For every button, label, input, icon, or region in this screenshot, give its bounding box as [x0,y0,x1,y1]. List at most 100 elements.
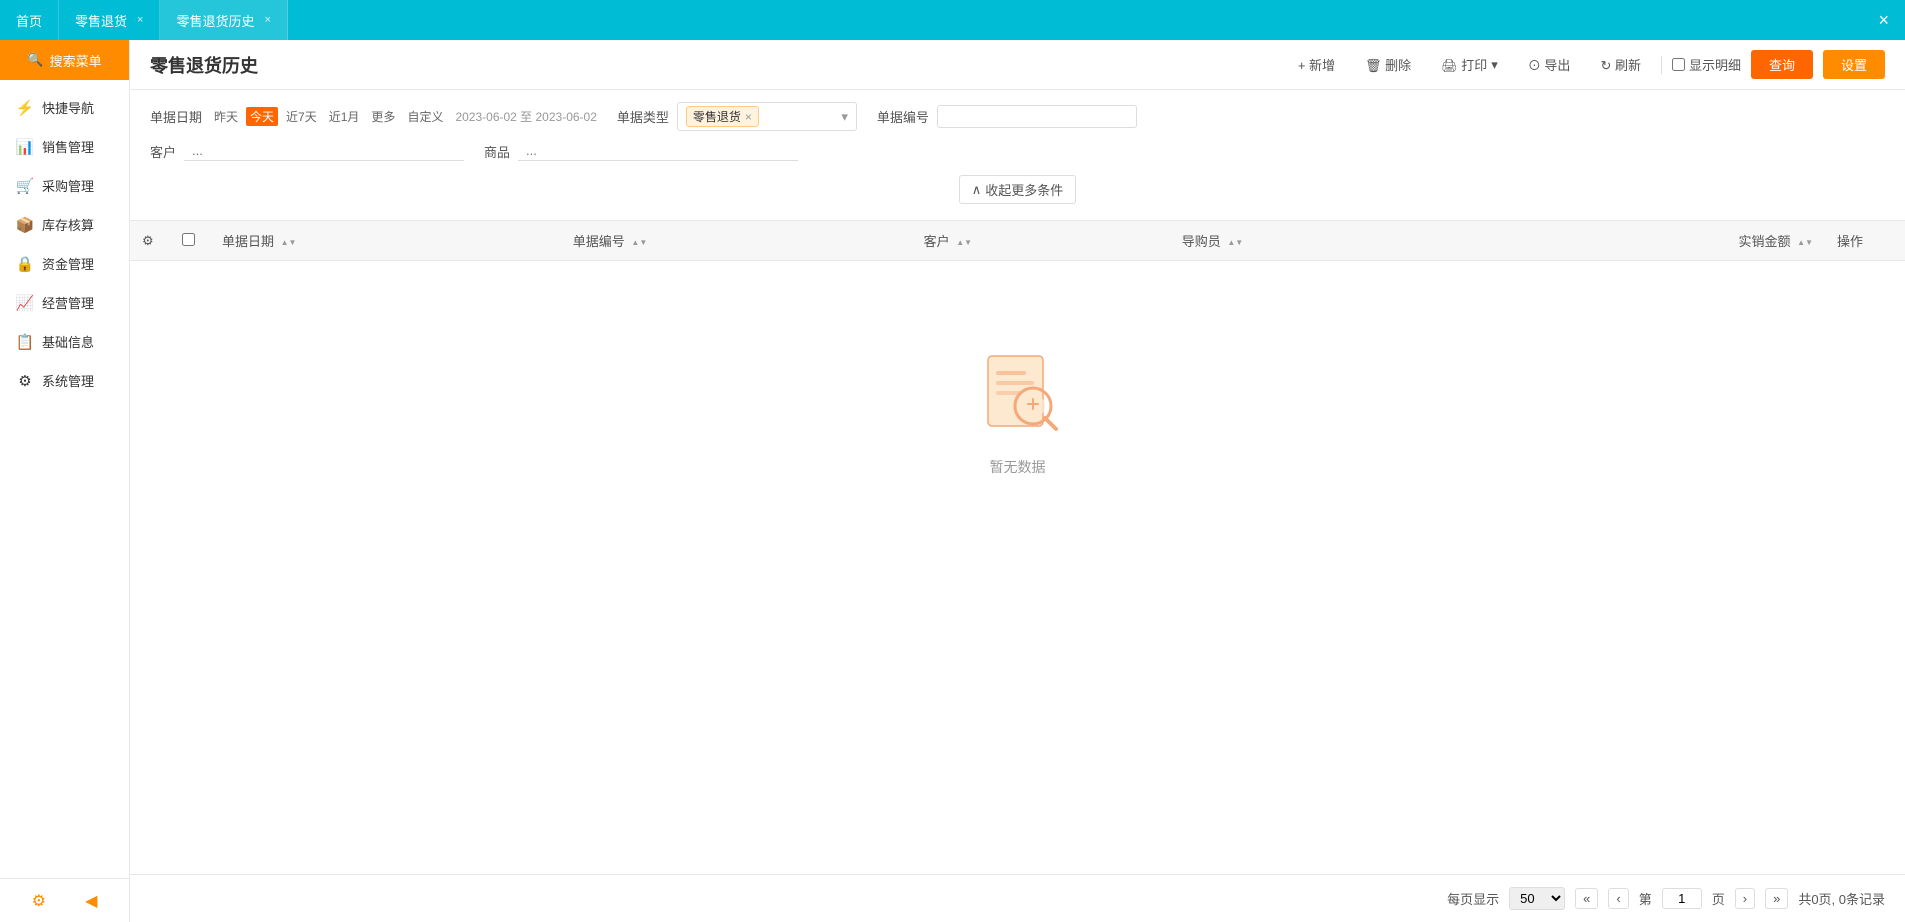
collapse-label: 收起更多条件 [985,180,1063,199]
customer-filter-group: 客户 [150,141,464,161]
goods-label: 商品 [484,142,510,161]
doc-type-select[interactable]: 零售退货 × ▾ [677,102,857,131]
date-shortcut-yesterday[interactable]: 昨天 [210,107,242,126]
customer-input[interactable] [184,141,464,161]
top-bar: 首页 零售退货 × 零售退货历史 × × [0,0,1905,40]
next-page-button[interactable]: › [1735,888,1755,909]
table-body: 暂无数据 [130,261,1905,558]
date-shortcut-7days[interactable]: 近7天 [282,107,321,126]
sidebar-item-quick-nav[interactable]: ⚡ 快捷导航 [0,88,129,127]
settings-button[interactable]: 设置 [1823,50,1885,79]
retail-return-tab-close[interactable]: × [137,14,143,26]
customer-sort-icon[interactable]: ▲▼ [956,238,972,247]
sidebar-item-operations[interactable]: 📈 经营管理 [0,283,129,322]
date-shortcuts: 昨天 今天 近7天 近1月 更多 自定义 [210,107,447,126]
goods-filter-group: 商品 [484,141,798,161]
empty-icon [968,341,1068,441]
sidebar-item-inventory-label: 库存核算 [42,215,94,234]
page-actions: + 新增 🗑 删除 🖨 打印 ▾ ⊙ 导出 ↻ 刷新 显示明细 查询 设置 [1288,50,1885,79]
retail-return-history-tab-close[interactable]: × [264,14,270,26]
th-actions-label: 操作 [1837,234,1863,249]
content-area: 零售退货历史 + 新增 🗑 删除 🖨 打印 ▾ ⊙ 导出 ↻ 刷新 显示明细 查… [130,40,1905,922]
sidebar-item-basic-info-label: 基础信息 [42,332,94,351]
collapse-row: ∧ 收起更多条件 [150,171,1885,208]
sidebar-item-system-mgmt[interactable]: ⚙ 系统管理 [0,361,129,400]
refresh-button[interactable]: ↻ 刷新 [1590,51,1651,78]
collapse-up-icon: ∧ [972,182,982,198]
print-label: 🖨 打印 [1441,55,1487,74]
print-button[interactable]: 🖨 打印 ▾ [1431,51,1508,78]
th-settings: ⚙ [130,221,170,261]
select-all-checkbox[interactable] [182,233,195,246]
page-header: 零售退货历史 + 新增 🗑 删除 🖨 打印 ▾ ⊙ 导出 ↻ 刷新 显示明细 查… [130,40,1905,90]
sidebar-item-sales-mgmt[interactable]: 📊 销售管理 [0,127,129,166]
date-shortcut-custom[interactable]: 自定义 [403,107,447,126]
sales-icon: 📊 [16,138,34,156]
guide-sort-icon[interactable]: ▲▼ [1227,238,1243,247]
show-detail-checkbox[interactable]: 显示明细 [1672,55,1741,74]
delete-button[interactable]: 🗑 删除 [1355,51,1421,78]
th-date: 单据日期 ▲▼ [210,221,561,261]
sidebar-item-purchase-mgmt[interactable]: 🛒 采购管理 [0,166,129,205]
date-shortcut-more[interactable]: 更多 [367,107,399,126]
tab-retail-return-history[interactable]: 零售退货历史 × [160,0,287,40]
new-button[interactable]: + 新增 [1288,51,1345,78]
prev-page-button[interactable]: ‹ [1608,888,1628,909]
amount-sort-icon[interactable]: ▲▼ [1797,238,1813,247]
settings-bottom-icon[interactable]: ⚙ [32,891,46,911]
main-layout: 🔍 搜索菜单 ⚡ 快捷导航 📊 销售管理 🛒 采购管理 📦 库存核算 🔒 [0,40,1905,922]
sidebar-item-inventory[interactable]: 📦 库存核算 [0,205,129,244]
sidebar-item-operations-label: 经营管理 [42,293,94,312]
tab-retail-return[interactable]: 零售退货 × [59,0,160,40]
operations-icon: 📈 [16,294,34,312]
first-page-button[interactable]: « [1575,888,1598,909]
doc-no-sort-icon[interactable]: ▲▼ [631,238,647,247]
page-title: 零售退货历史 [150,52,258,78]
doc-no-label: 单据编号 [877,107,929,126]
th-actions: 操作 [1825,221,1905,261]
data-table: ⚙ 单据日期 ▲▼ 单据编号 ▲▼ [130,221,1905,557]
th-guide: 导购员 ▲▼ [1170,221,1474,261]
page-input[interactable] [1662,888,1702,909]
doc-type-tag-close[interactable]: × [745,110,752,124]
window-close-button[interactable]: × [1878,10,1889,31]
date-shortcut-today[interactable]: 今天 [246,107,278,126]
filter-row-2: 客户 商品 [150,141,1885,161]
per-page-label: 每页显示 [1447,889,1499,908]
sidebar-search[interactable]: 🔍 搜索菜单 [0,40,129,80]
date-sort-icon[interactable]: ▲▼ [281,238,297,247]
doc-no-input[interactable] [937,105,1137,128]
sidebar-item-basic-info[interactable]: 📋 基础信息 [0,322,129,361]
search-icon: 🔍 [27,52,43,68]
date-range-display: 2023-06-02 至 2023-06-02 [455,108,596,125]
th-date-label: 单据日期 [222,234,274,249]
home-tab-label: 首页 [16,11,42,30]
settings-column-icon[interactable]: ⚙ [142,233,154,248]
retail-return-history-tab-label: 零售退货历史 [176,11,254,30]
tab-home[interactable]: 首页 [0,0,59,40]
collapse-button[interactable]: ∧ 收起更多条件 [959,175,1077,204]
sidebar-item-finance[interactable]: 🔒 资金管理 [0,244,129,283]
sidebar-item-quick-nav-label: 快捷导航 [42,98,94,117]
sidebar-item-purchase-label: 采购管理 [42,176,94,195]
table-header-row: ⚙ 单据日期 ▲▼ 单据编号 ▲▼ [130,221,1905,261]
date-shortcut-1month[interactable]: 近1月 [325,107,364,126]
doc-type-chevron-icon: ▾ [841,109,848,125]
export-button[interactable]: ⊙ 导出 [1518,51,1581,78]
collapse-sidebar-icon[interactable]: ◀ [85,891,97,911]
query-button[interactable]: 查询 [1751,50,1813,79]
per-page-select[interactable]: 20 50 100 [1509,887,1565,910]
sidebar-item-finance-label: 资金管理 [42,254,94,273]
show-detail-input[interactable] [1672,58,1685,71]
sidebar-bottom: ⚙ ◀ [0,878,129,922]
sidebar-search-label: 搜索菜单 [50,51,102,70]
finance-icon: 🔒 [16,255,34,273]
purchase-icon: 🛒 [16,177,34,195]
page-label: 第 [1639,889,1652,908]
print-chevron-icon: ▾ [1491,57,1498,73]
th-customer: 客户 ▲▼ [912,221,1170,261]
last-page-button[interactable]: » [1765,888,1788,909]
doc-type-filter-group: 单据类型 零售退货 × ▾ [617,102,857,131]
goods-input[interactable] [518,141,798,161]
doc-type-tag: 零售退货 × [686,106,759,127]
